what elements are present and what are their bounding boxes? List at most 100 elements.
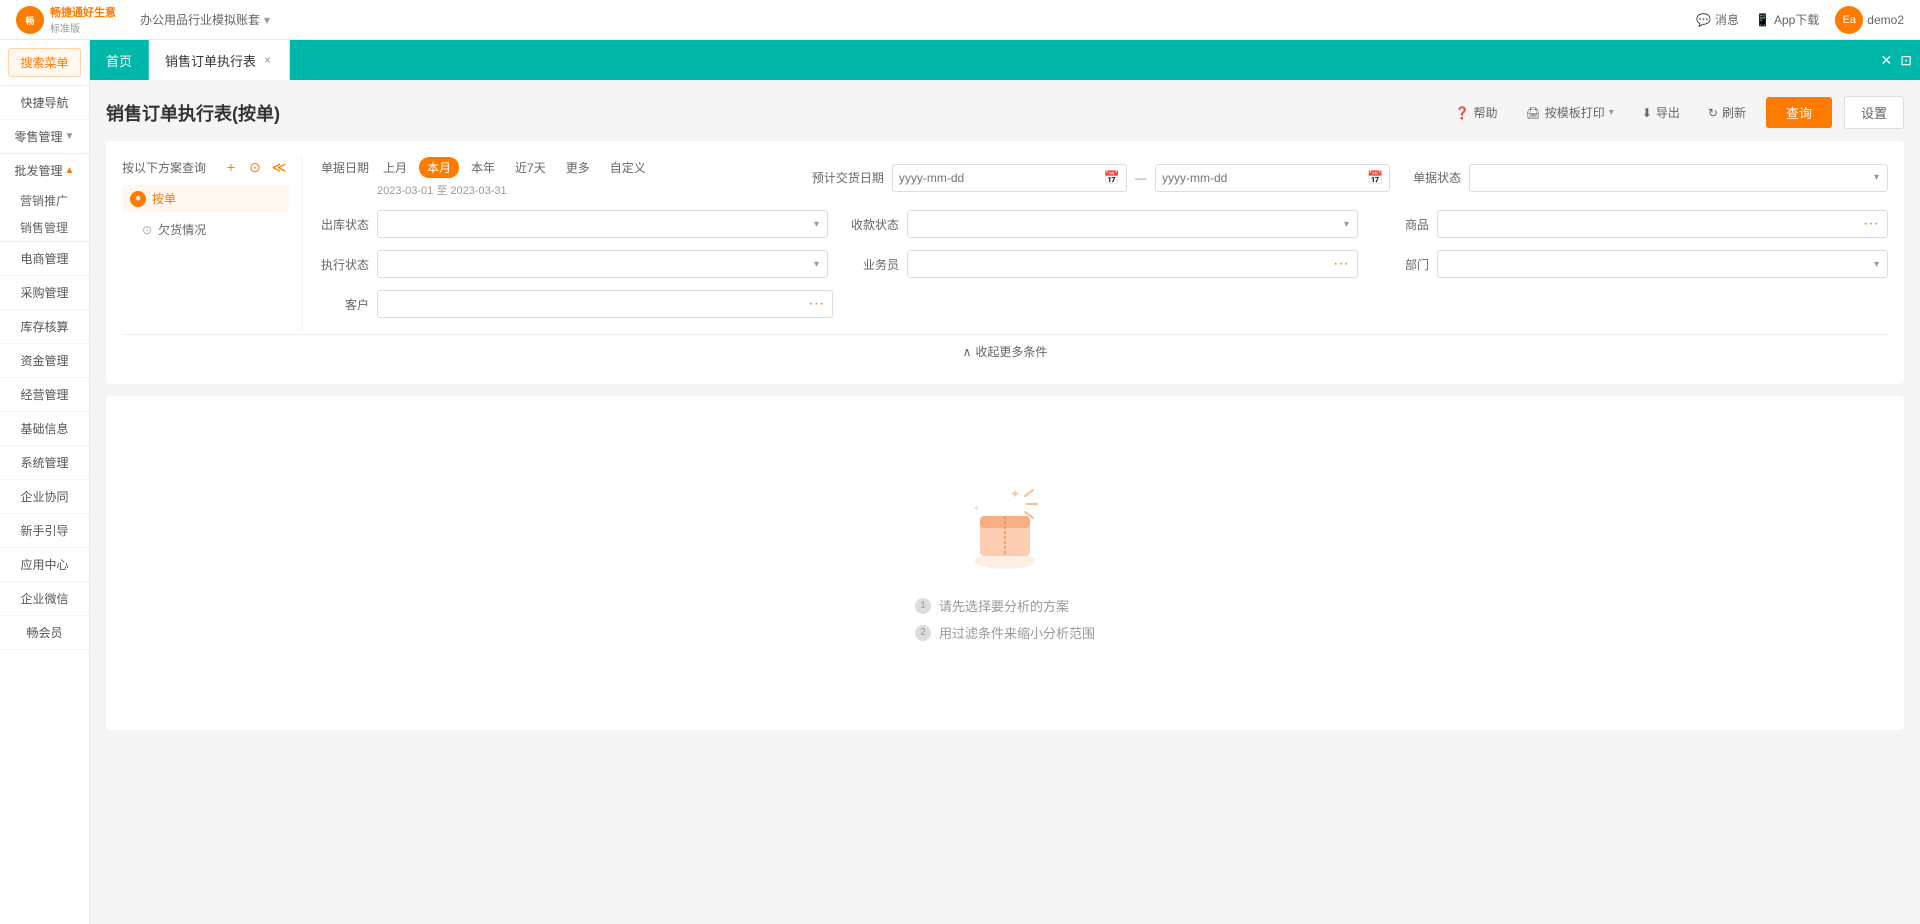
date-range-display: 2023-03-01 至 2023-03-31: [314, 182, 796, 198]
tab-bar: 首页 销售订单执行表 × ✕ ⊡: [90, 40, 1920, 80]
filter-panel: 按以下方案查询 + ⊙ ≪ ● 按单 ⊙: [106, 141, 1904, 384]
header-left: 畅 畅捷通好生意 标准版 办公用品行业模拟账套 ▾: [16, 4, 270, 35]
sidebar-sub-sales[interactable]: 销售管理: [0, 214, 89, 241]
exec-select[interactable]: ▾: [377, 250, 828, 278]
collapse-scheme-button[interactable]: ≪: [269, 157, 289, 177]
help-button[interactable]: ❓ 帮助: [1447, 100, 1506, 125]
forecast-date-end-input[interactable]: [1162, 171, 1363, 185]
sidebar-item-guide[interactable]: 新手引导: [0, 514, 89, 548]
app-download-button[interactable]: 📱 App下载: [1755, 11, 1819, 28]
dept-select[interactable]: ▾: [1437, 250, 1888, 278]
date-tab-custom[interactable]: 自定义: [602, 157, 654, 178]
sidebar-item-ecommerce[interactable]: 电商管理: [0, 242, 89, 276]
tab-close-button[interactable]: ×: [262, 51, 273, 69]
date-tab-more[interactable]: 更多: [558, 157, 598, 178]
message-icon: 💬: [1696, 13, 1711, 27]
window-close-icon[interactable]: ✕: [1881, 52, 1893, 69]
scheme-item-by-order[interactable]: ● 按单: [122, 185, 289, 212]
receipt-field: 收款状态 ▾: [844, 210, 1358, 238]
status-chevron-icon: ▾: [1874, 172, 1879, 183]
empty-state: ✦ ✦ 1 请先选择要分析的方案 2 用过滤条件来缩小分析范围: [106, 396, 1904, 730]
page-title: 销售订单执行表(按单): [106, 100, 280, 126]
sidebar-item-purchase[interactable]: 采购管理: [0, 276, 89, 310]
tab-active[interactable]: 销售订单执行表 ×: [149, 40, 290, 80]
window-expand-icon[interactable]: ⊡: [1900, 52, 1912, 69]
receipt-select[interactable]: ▾: [907, 210, 1358, 238]
receipt-chevron-icon: ▾: [1344, 219, 1349, 230]
forecast-date-start[interactable]: 📅: [892, 164, 1127, 192]
sidebar-item-basic-info[interactable]: 基础信息: [0, 412, 89, 446]
filter-row-2: 出库状态 ▾ 收款状态 ▾: [314, 210, 1888, 238]
sidebar: 搜索菜单 快捷导航 零售管理 ▼ 批发管理 ▲ 营销推广 销售管理 电商管理: [0, 40, 90, 924]
main-layout: 搜索菜单 快捷导航 零售管理 ▼ 批发管理 ▲ 营销推广 销售管理 电商管理: [0, 40, 1920, 924]
collapse-arrow-icon: ∧: [963, 345, 972, 359]
breadcrumb: 办公用品行业模拟账套 ▾: [140, 11, 270, 28]
order-status-select[interactable]: ▾: [1469, 164, 1888, 192]
refresh-button[interactable]: ↻ 刷新: [1700, 100, 1754, 125]
collapse-bar: ∧ 收起更多条件: [122, 334, 1888, 368]
sidebar-item-collab[interactable]: 企业协同: [0, 480, 89, 514]
sidebar-item-finance[interactable]: 资金管理: [0, 344, 89, 378]
logo-area: 畅 畅捷通好生意 标准版: [16, 4, 116, 35]
date-tabs-row: 单据日期 上月 本月 本年 近7天 更多 自定义: [314, 157, 796, 178]
setting-button[interactable]: 设置: [1844, 96, 1904, 129]
export-icon: ⬇: [1642, 106, 1652, 120]
sidebar-item-app-center[interactable]: 应用中心: [0, 548, 89, 582]
avatar: Ea: [1835, 6, 1863, 34]
date-tab-last-month[interactable]: 上月: [375, 157, 415, 178]
filter-scheme-header: 按以下方案查询 + ⊙ ≪: [122, 157, 289, 177]
query-button[interactable]: 查询: [1766, 97, 1832, 128]
goods-field: 商品 ···: [1374, 210, 1888, 238]
sidebar-item-wholesale[interactable]: 批发管理 ▲: [0, 154, 89, 187]
top-header: 畅 畅捷通好生意 标准版 办公用品行业模拟账套 ▾ 💬 消息 📱 App下载 E…: [0, 0, 1920, 40]
filter-row-4: 客户 ···: [314, 290, 1888, 318]
sidebar-item-member[interactable]: 畅会员: [0, 616, 89, 650]
header-right: 💬 消息 📱 App下载 Ea demo2: [1696, 6, 1904, 34]
forecast-date-end[interactable]: 📅: [1155, 164, 1390, 192]
empty-illustration: ✦ ✦: [955, 476, 1055, 576]
date-tab-this-year[interactable]: 本年: [463, 157, 503, 178]
sidebar-item-inventory[interactable]: 库存核算: [0, 310, 89, 344]
sidebar-item-operations[interactable]: 经营管理: [0, 378, 89, 412]
forecast-date-start-input[interactable]: [899, 171, 1100, 185]
logo-icon: 畅: [16, 6, 44, 34]
tab-window-controls: ✕ ⊡: [1881, 52, 1920, 69]
export-button[interactable]: ⬇ 导出: [1634, 100, 1688, 125]
tab-home[interactable]: 首页: [90, 40, 149, 80]
phone-icon: 📱: [1755, 13, 1770, 27]
page-header: 销售订单执行表(按单) ❓ 帮助 🖨 按模板打印 ▾ ⬇ 导出: [106, 96, 1904, 129]
customer-input[interactable]: ···: [377, 290, 833, 318]
empty-step-1: 1 请先选择要分析的方案: [915, 596, 1095, 615]
order-status-field: 单据状态 ▾: [1406, 164, 1888, 192]
sub-scheme-icon: ⊙: [142, 223, 152, 237]
sidebar-item-system[interactable]: 系统管理: [0, 446, 89, 480]
sidebar-section-retail: 零售管理 ▼: [0, 120, 89, 154]
svg-text:✦: ✦: [1010, 487, 1020, 501]
print-button[interactable]: 🖨 按模板打印 ▾: [1518, 100, 1622, 125]
date-field-group: 单据日期 上月 本月 本年 近7天 更多 自定义: [314, 157, 796, 198]
salesperson-field: 业务员 ···: [844, 250, 1358, 278]
user-profile[interactable]: Ea demo2: [1835, 6, 1904, 34]
date-tab-this-month[interactable]: 本月: [419, 157, 459, 178]
salesperson-more-icon: ···: [1333, 255, 1349, 273]
forecast-date-field: 预计交货日期 📅 — 📅: [812, 164, 1390, 192]
sidebar-item-retail[interactable]: 零售管理 ▼: [0, 120, 89, 153]
copy-scheme-button[interactable]: ⊙: [245, 157, 265, 177]
scheme-item-shortage[interactable]: ⊙ 欠货情况: [122, 216, 289, 243]
sidebar-sub-marketing[interactable]: 营销推广: [0, 187, 89, 214]
add-scheme-button[interactable]: +: [221, 157, 241, 177]
sidebar-item-quick-nav[interactable]: 快捷导航: [0, 86, 89, 120]
svg-text:畅: 畅: [25, 15, 34, 26]
message-button[interactable]: 💬 消息: [1696, 11, 1739, 28]
sidebar-item-wechat[interactable]: 企业微信: [0, 582, 89, 616]
goods-input[interactable]: ···: [1437, 210, 1888, 238]
svg-text:✦: ✦: [973, 504, 980, 513]
sidebar-section-wholesale: 批发管理 ▲ 营销推广 销售管理: [0, 154, 89, 242]
outbound-select[interactable]: ▾: [377, 210, 828, 238]
salesperson-input[interactable]: ···: [907, 250, 1358, 278]
page-actions: ❓ 帮助 🖨 按模板打印 ▾ ⬇ 导出 ↻ 刷新: [1447, 96, 1904, 129]
date-tab-7days[interactable]: 近7天: [507, 157, 554, 178]
outbound-chevron-icon: ▾: [814, 219, 819, 230]
search-menu-button[interactable]: 搜索菜单: [8, 48, 81, 77]
collapse-button[interactable]: ∧ 收起更多条件: [963, 343, 1048, 360]
